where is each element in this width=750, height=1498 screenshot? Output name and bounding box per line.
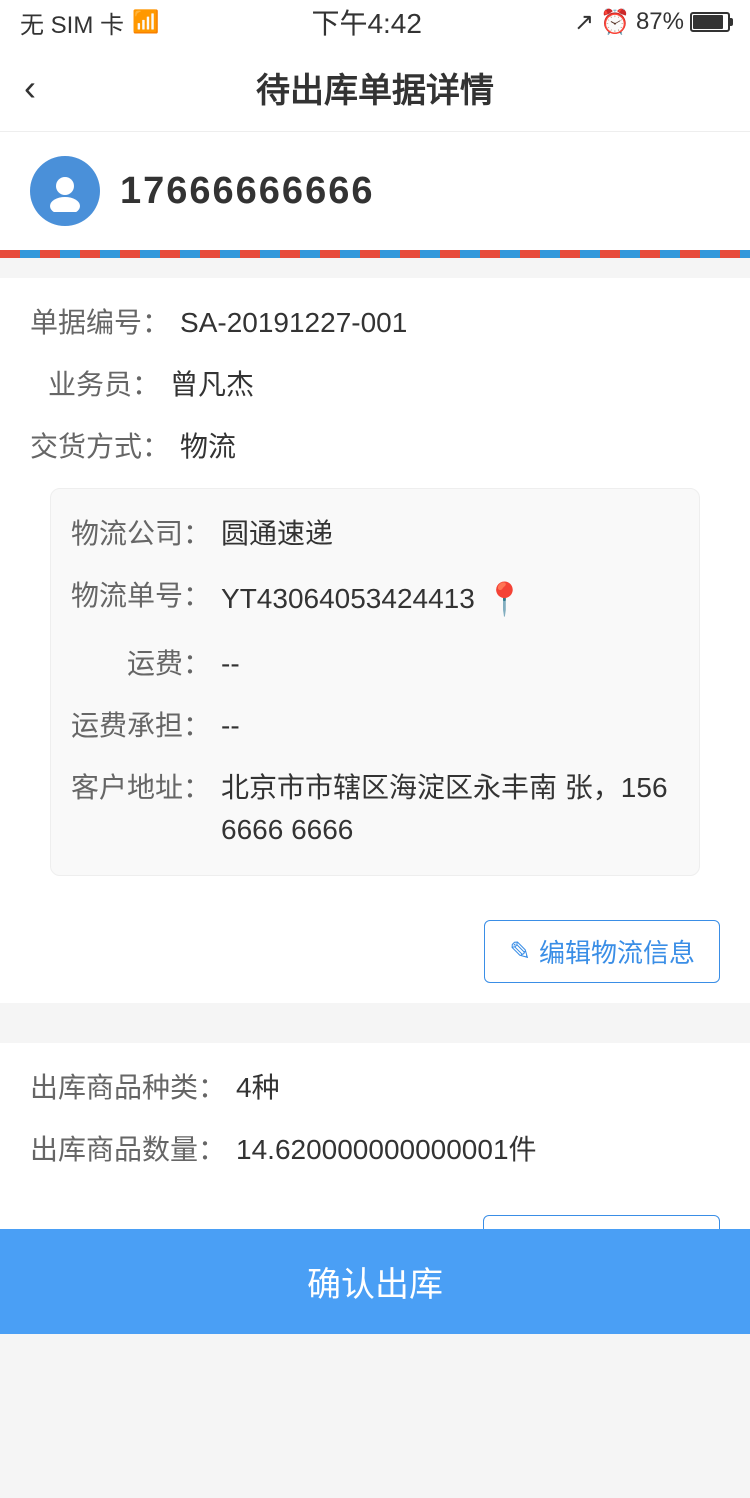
- battery-percent: 87%: [636, 8, 684, 36]
- customer-header: 17666666666: [0, 132, 750, 250]
- goods-qty-value: 14.620000000000001件: [236, 1129, 720, 1171]
- goods-qty-label: 出库商品数量：: [30, 1129, 236, 1171]
- logistics-card: 物流公司： 圆通速递 物流单号： YT43064053424413 📍 运费： …: [50, 488, 700, 876]
- edit-logistics-label: 编辑物流信息: [539, 933, 695, 970]
- location-status-icon: ↗: [574, 8, 594, 37]
- customer-phone: 17666666666: [120, 170, 374, 213]
- staff-label: 业务员：: [30, 364, 170, 406]
- page-title: 待出库单据详情: [256, 63, 494, 112]
- logistics-tracking-row: 物流单号： YT43064053424413 📍: [71, 575, 679, 623]
- goods-section: 出库商品种类： 4种 出库商品数量： 14.620000000000001件: [0, 1043, 750, 1195]
- logistics-tracking-label: 物流单号：: [71, 575, 221, 617]
- edit-icon: ✎: [509, 936, 531, 967]
- goods-type-value: 4种: [236, 1067, 720, 1109]
- carrier-text: 无 SIM 卡: [20, 5, 124, 40]
- confirm-button-area: 确认出库: [0, 1229, 750, 1334]
- nav-bar: ‹ 待出库单据详情: [0, 44, 750, 132]
- battery-icon: [690, 12, 730, 32]
- map-pin-icon[interactable]: 📍: [485, 575, 525, 623]
- edit-logistics-area: ✎ 编辑物流信息: [0, 900, 750, 1003]
- order-info-section: 单据编号： SA-20191227-001 业务员： 曾凡杰 交货方式： 物流 …: [0, 278, 750, 900]
- staff-row: 业务员： 曾凡杰: [30, 364, 720, 406]
- freight-bearer-row: 运费承担： --: [71, 705, 679, 747]
- logistics-company-value: 圆通速递: [221, 513, 679, 555]
- status-bar-left: 无 SIM 卡 📶: [20, 5, 159, 40]
- delivery-label: 交货方式：: [30, 426, 180, 468]
- freight-value: --: [221, 643, 679, 685]
- tracking-number: YT43064053424413: [221, 578, 475, 620]
- delivery-row: 交货方式： 物流: [30, 426, 720, 468]
- freight-bearer-value: --: [221, 705, 679, 747]
- confirm-outbound-button[interactable]: 确认出库: [0, 1257, 750, 1306]
- avatar: [30, 156, 100, 226]
- delivery-value: 物流: [180, 426, 720, 468]
- address-value: 北京市市辖区海淀区永丰南 张，156 6666 6666: [221, 767, 679, 851]
- wifi-icon: 📶: [132, 9, 159, 35]
- goods-type-row: 出库商品种类： 4种: [30, 1067, 720, 1109]
- section-divider: [0, 1003, 750, 1023]
- logistics-company-label: 物流公司：: [71, 513, 221, 555]
- address-row: 客户地址： 北京市市辖区海淀区永丰南 张，156 6666 6666: [71, 767, 679, 851]
- dashed-divider: [0, 250, 750, 258]
- freight-row: 运费： --: [71, 643, 679, 685]
- alarm-icon: ⏰: [600, 8, 630, 37]
- freight-bearer-label: 运费承担：: [71, 705, 221, 747]
- order-id-value: SA-20191227-001: [180, 302, 720, 344]
- staff-value: 曾凡杰: [170, 364, 720, 406]
- status-bar-time: 下午4:42: [311, 2, 422, 42]
- back-button[interactable]: ‹: [24, 67, 36, 109]
- goods-type-label: 出库商品种类：: [30, 1067, 236, 1109]
- freight-label: 运费：: [71, 643, 221, 685]
- status-bar: 无 SIM 卡 📶 下午4:42 ↗ ⏰ 87%: [0, 0, 750, 44]
- address-label: 客户地址：: [71, 767, 221, 809]
- order-id-row: 单据编号： SA-20191227-001: [30, 302, 720, 344]
- edit-logistics-button[interactable]: ✎ 编辑物流信息: [484, 920, 720, 983]
- order-id-label: 单据编号：: [30, 302, 180, 344]
- logistics-tracking-value: YT43064053424413 📍: [221, 575, 679, 623]
- goods-qty-row: 出库商品数量： 14.620000000000001件: [30, 1129, 720, 1171]
- logistics-company-row: 物流公司： 圆通速递: [71, 513, 679, 555]
- status-bar-right: ↗ ⏰ 87%: [574, 8, 730, 37]
